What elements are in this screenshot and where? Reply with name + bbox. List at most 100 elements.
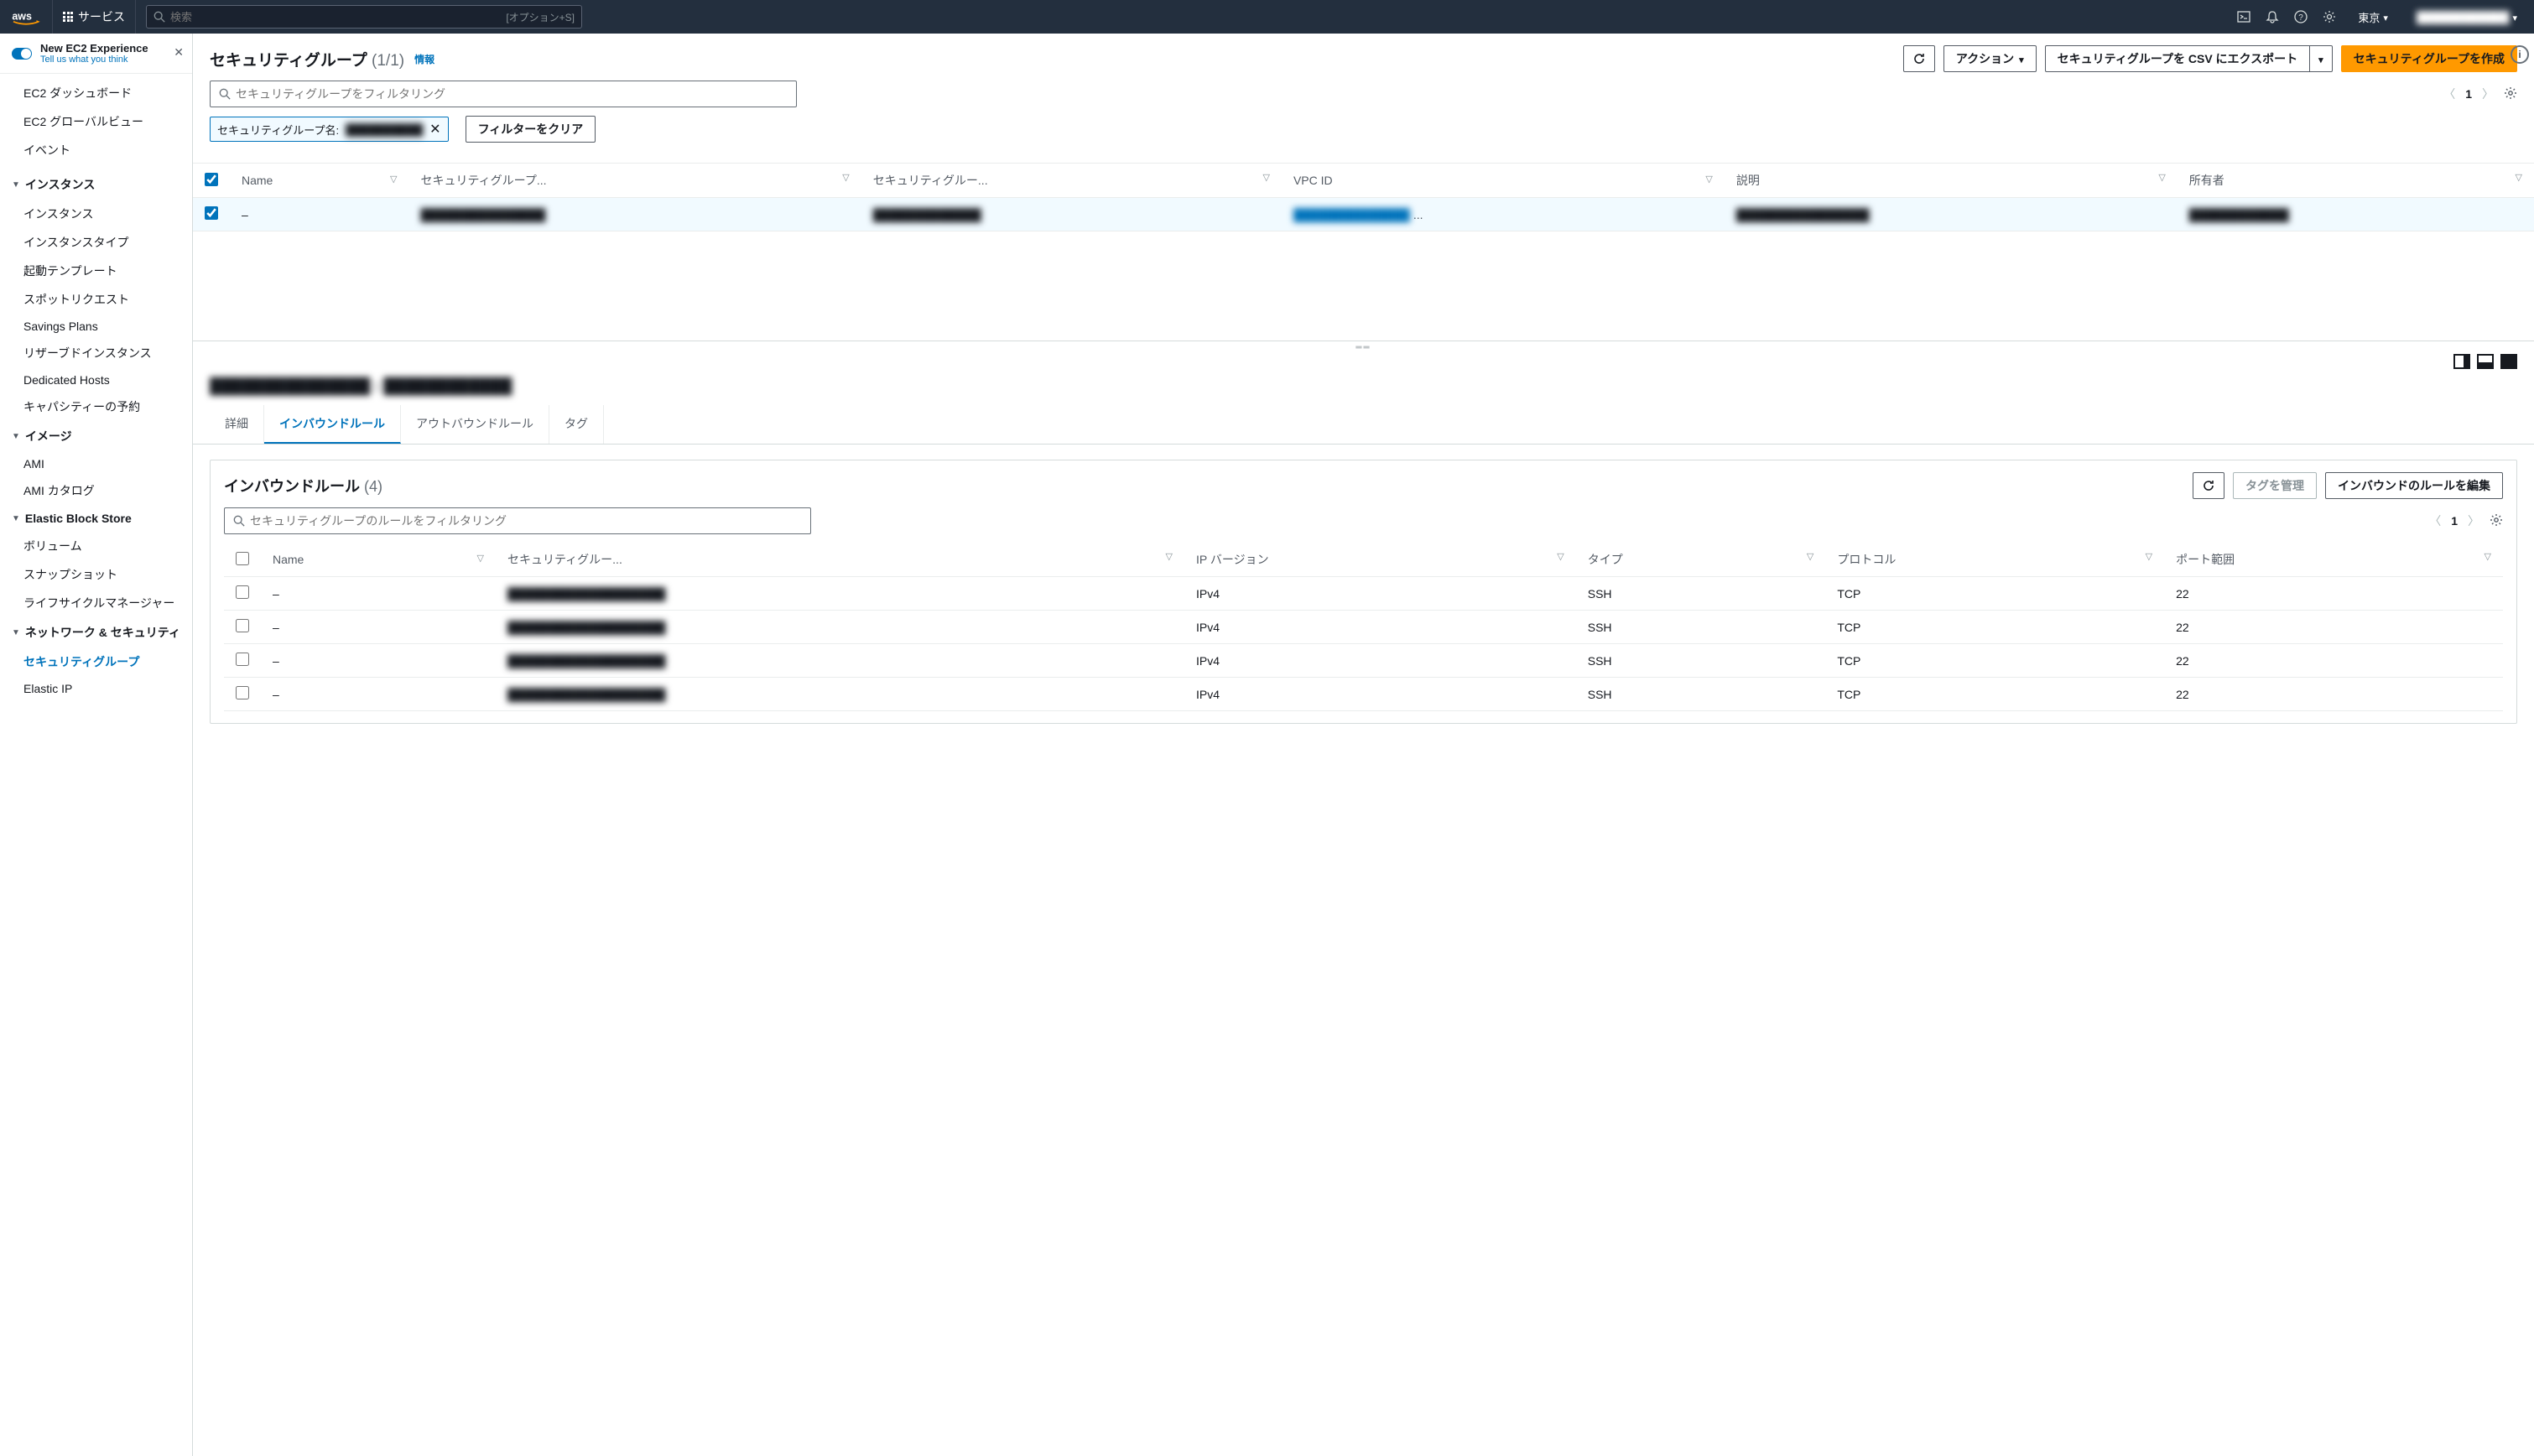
column-header[interactable]: Name▽: [230, 164, 409, 198]
sidebar-item[interactable]: AMI: [0, 451, 192, 476]
prev-page[interactable]: 〈: [2443, 86, 2455, 102]
filter-search[interactable]: [210, 81, 797, 107]
sidebar-item[interactable]: EC2 ダッシュボード: [0, 79, 192, 107]
tab[interactable]: タグ: [549, 405, 604, 444]
sidebar-section-header[interactable]: ▼イメージ: [0, 421, 192, 451]
sidebar-item[interactable]: インスタンスタイプ: [0, 228, 192, 257]
tab[interactable]: 詳細: [210, 405, 264, 444]
table-row[interactable]: –███████████████████IPv4SSHTCP22: [224, 644, 2503, 678]
cell-sgr-id[interactable]: ███████████████████: [507, 587, 665, 601]
next-page[interactable]: 〉: [2482, 86, 2494, 102]
clear-filters-button[interactable]: フィルターをクリア: [466, 116, 596, 143]
edit-inbound-rules-button[interactable]: インバウンドのルールを編集: [2325, 472, 2503, 499]
sidebar-item[interactable]: ボリューム: [0, 532, 192, 560]
actions-button[interactable]: アクション: [1943, 45, 2037, 72]
cloudshell-icon[interactable]: [2237, 10, 2250, 23]
global-search-input[interactable]: [170, 11, 506, 23]
help-panel-toggle[interactable]: i: [2511, 45, 2529, 64]
cell-sgr-id[interactable]: ███████████████████: [507, 654, 665, 668]
column-header[interactable]: Name▽: [261, 543, 496, 577]
layout-side-button[interactable]: [2453, 354, 2470, 369]
column-header[interactable]: セキュリティグルー...▽: [861, 164, 1282, 198]
sidebar-item[interactable]: スナップショット: [0, 560, 192, 589]
inbound-next-page[interactable]: 〉: [2468, 512, 2479, 529]
row-checkbox[interactable]: [236, 619, 249, 632]
sort-icon[interactable]: ▽: [2158, 172, 2165, 183]
sidebar-item[interactable]: Dedicated Hosts: [0, 367, 192, 393]
sidebar-item[interactable]: スポットリクエスト: [0, 285, 192, 314]
sidebar-item[interactable]: インスタンス: [0, 200, 192, 228]
cell-vpc-id[interactable]: ██████████████: [1293, 208, 1410, 221]
sidebar-item[interactable]: AMI カタログ: [0, 476, 192, 505]
sidebar-section-header[interactable]: ▼インスタンス: [0, 169, 192, 200]
sort-icon[interactable]: ▽: [2485, 551, 2491, 562]
sidebar-section-header[interactable]: ▼Elastic Block Store: [0, 505, 192, 532]
layout-full-button[interactable]: [2500, 354, 2517, 369]
column-header[interactable]: IP バージョン▽: [1184, 543, 1576, 577]
row-checkbox[interactable]: [205, 206, 218, 220]
export-csv-dropdown[interactable]: [2310, 45, 2333, 72]
row-checkbox[interactable]: [236, 585, 249, 599]
aws-logo[interactable]: aws: [10, 8, 42, 25]
sort-icon[interactable]: ▽: [2516, 172, 2522, 183]
cell-sgr-id[interactable]: ███████████████████: [507, 688, 665, 701]
sort-icon[interactable]: ▽: [1262, 172, 1269, 183]
manage-tags-button[interactable]: タグを管理: [2233, 472, 2317, 499]
panel-splitter[interactable]: ══: [193, 341, 2534, 354]
table-row[interactable]: – ███████████████ █████████████ ████████…: [193, 198, 2534, 231]
sort-icon[interactable]: ▽: [1166, 551, 1173, 562]
close-icon[interactable]: ✕: [174, 45, 184, 60]
select-all-checkbox[interactable]: [205, 173, 218, 186]
create-security-group-button[interactable]: セキュリティグループを作成: [2341, 45, 2517, 72]
region-selector[interactable]: 東京: [2351, 9, 2395, 25]
tab[interactable]: インバウンドルール: [264, 405, 401, 444]
sidebar-item[interactable]: Elastic IP: [0, 676, 192, 701]
table-row[interactable]: –███████████████████IPv4SSHTCP22: [224, 577, 2503, 611]
sidebar-item[interactable]: ライフサイクルマネージャー: [0, 589, 192, 617]
sort-icon[interactable]: ▽: [390, 174, 397, 185]
sidebar-section-header[interactable]: ▼ネットワーク & セキュリティ: [0, 617, 192, 647]
sort-icon[interactable]: ▽: [1557, 551, 1564, 562]
toggle-switch[interactable]: [12, 48, 32, 60]
sidebar-item[interactable]: EC2 グローバルビュー: [0, 107, 192, 136]
settings-icon[interactable]: [2323, 10, 2336, 23]
sidebar-item[interactable]: イベント: [0, 136, 192, 164]
remove-filter-icon[interactable]: ✕: [429, 121, 440, 138]
column-header[interactable]: プロトコル▽: [1825, 543, 2164, 577]
help-icon[interactable]: ?: [2294, 10, 2308, 23]
account-selector[interactable]: ████████████: [2410, 11, 2524, 23]
sort-icon[interactable]: ▽: [1807, 551, 1813, 562]
sidebar-item[interactable]: リザーブドインスタンス: [0, 339, 192, 367]
export-csv-button[interactable]: セキュリティグループを CSV にエクスポート: [2045, 45, 2310, 72]
tab[interactable]: アウトバウンドルール: [401, 405, 549, 444]
column-header[interactable]: セキュリティグルー...▽: [496, 543, 1184, 577]
global-search[interactable]: [オプション+S]: [146, 5, 582, 29]
column-header[interactable]: 説明▽: [1725, 164, 2178, 198]
inbound-filter-input[interactable]: [250, 514, 802, 528]
experience-subtitle[interactable]: Tell us what you think: [40, 55, 148, 65]
notifications-icon[interactable]: [2266, 10, 2279, 23]
column-header[interactable]: 所有者▽: [2178, 164, 2534, 198]
column-header[interactable]: タイプ▽: [1576, 543, 1826, 577]
inbound-filter-search[interactable]: [224, 507, 811, 534]
layout-bottom-button[interactable]: [2477, 354, 2494, 369]
sort-icon[interactable]: ▽: [1705, 174, 1712, 185]
table-row[interactable]: –███████████████████IPv4SSHTCP22: [224, 611, 2503, 644]
inbound-prev-page[interactable]: 〈: [2429, 512, 2441, 529]
column-header[interactable]: VPC ID▽: [1282, 164, 1725, 198]
inbound-refresh-button[interactable]: [2193, 472, 2224, 499]
refresh-button[interactable]: [1903, 45, 1935, 72]
table-settings[interactable]: [2504, 86, 2517, 102]
filter-input[interactable]: [236, 87, 788, 101]
sidebar-item[interactable]: セキュリティグループ: [0, 647, 192, 676]
row-checkbox[interactable]: [236, 686, 249, 699]
column-header[interactable]: セキュリティグループ...▽: [409, 164, 861, 198]
filter-chip[interactable]: セキュリティグループ名: ██████████ ✕: [210, 117, 449, 142]
row-checkbox[interactable]: [236, 653, 249, 666]
cell-sgr-id[interactable]: ███████████████████: [507, 621, 665, 634]
sort-icon[interactable]: ▽: [2146, 551, 2152, 562]
table-row[interactable]: –███████████████████IPv4SSHTCP22: [224, 678, 2503, 711]
cell-sg-id[interactable]: ███████████████: [421, 208, 546, 221]
sort-icon[interactable]: ▽: [477, 553, 484, 564]
sidebar-item[interactable]: Savings Plans: [0, 314, 192, 339]
